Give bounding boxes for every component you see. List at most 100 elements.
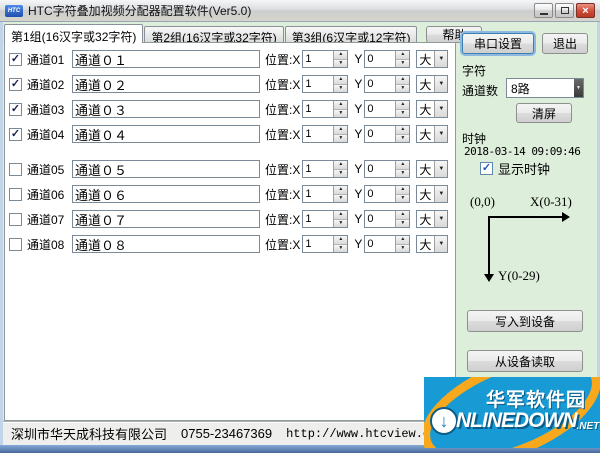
spinner-up-icon[interactable]: ▲ <box>334 186 347 195</box>
spinner-buttons: ▲ ▼ <box>395 236 409 252</box>
font-size-dropdown[interactable]: 大 ▼ <box>416 100 448 118</box>
tab-group1[interactable]: 第1组(16汉字或32字符) <box>4 24 143 43</box>
font-size-dropdown[interactable]: 大 ▼ <box>416 235 448 253</box>
y-position-spinner: ▲ ▼ <box>364 100 410 118</box>
channel-text-input[interactable] <box>72 125 260 143</box>
font-size-value: 大 <box>417 161 434 178</box>
channel-text-input[interactable] <box>72 185 260 203</box>
spinner-up-icon[interactable]: ▲ <box>396 51 409 60</box>
check-icon: ✓ <box>11 129 20 140</box>
spinner-down-icon[interactable]: ▼ <box>334 170 347 178</box>
channel-enable-checkbox[interactable]: ✓ <box>9 163 22 176</box>
font-size-dropdown[interactable]: 大 ▼ <box>416 210 448 228</box>
x-position-input[interactable] <box>303 51 333 67</box>
right-panel: 串口设置 退出 字符 通道数 8路 ▼ 清屏 时钟 2018-03-14 09:… <box>458 24 595 421</box>
spinner-down-icon[interactable]: ▼ <box>334 245 347 253</box>
font-size-value: 大 <box>417 126 434 143</box>
channel-text-input[interactable] <box>72 75 260 93</box>
channel-text-input[interactable] <box>72 210 260 228</box>
spinner-up-icon[interactable]: ▲ <box>396 101 409 110</box>
x-position-input[interactable] <box>303 186 333 202</box>
spinner-down-icon[interactable]: ▼ <box>334 60 347 68</box>
channel-text-input[interactable] <box>72 160 260 178</box>
spinner-down-icon[interactable]: ▼ <box>334 195 347 203</box>
spinner-down-icon[interactable]: ▼ <box>396 135 409 143</box>
spinner-up-icon[interactable]: ▲ <box>396 161 409 170</box>
spinner-down-icon[interactable]: ▼ <box>396 110 409 118</box>
spinner-up-icon[interactable]: ▲ <box>396 236 409 245</box>
spinner-up-icon[interactable]: ▲ <box>396 211 409 220</box>
spinner-buttons: ▲ ▼ <box>395 101 409 117</box>
x-position-input[interactable] <box>303 236 333 252</box>
channel-enable-checkbox[interactable]: ✓ <box>9 103 22 116</box>
spinner-up-icon[interactable]: ▲ <box>396 76 409 85</box>
spinner-up-icon[interactable]: ▲ <box>334 161 347 170</box>
spinner-down-icon[interactable]: ▼ <box>396 170 409 178</box>
coord-origin-label: (0,0) <box>470 194 495 210</box>
channel-label: 通道03 <box>27 101 71 118</box>
spinner-down-icon[interactable]: ▼ <box>334 110 347 118</box>
spinner-up-icon[interactable]: ▲ <box>334 101 347 110</box>
chevron-down-icon: ▼ <box>434 236 447 252</box>
spinner-up-icon[interactable]: ▲ <box>334 51 347 60</box>
x-position-input[interactable] <box>303 126 333 142</box>
watermark-arrow-icon: ↓ <box>430 407 458 435</box>
font-size-dropdown[interactable]: 大 ▼ <box>416 185 448 203</box>
spinner-down-icon[interactable]: ▼ <box>396 85 409 93</box>
y-position-input[interactable] <box>365 101 395 117</box>
spinner-buttons: ▲ ▼ <box>395 126 409 142</box>
spinner-up-icon[interactable]: ▲ <box>334 236 347 245</box>
channel-enable-checkbox[interactable]: ✓ <box>9 78 22 91</box>
y-position-input[interactable] <box>365 51 395 67</box>
font-size-value: 大 <box>417 236 434 253</box>
spinner-down-icon[interactable]: ▼ <box>334 220 347 228</box>
channel-enable-checkbox[interactable]: ✓ <box>9 213 22 226</box>
channel-label: 通道05 <box>27 161 71 178</box>
minimize-button[interactable] <box>534 3 553 18</box>
spinner-up-icon[interactable]: ▲ <box>334 211 347 220</box>
position-y-label: Y <box>354 77 362 91</box>
x-position-spinner: ▲ ▼ <box>302 160 348 178</box>
maximize-button[interactable] <box>555 3 574 18</box>
y-position-input[interactable] <box>365 161 395 177</box>
spinner-down-icon[interactable]: ▼ <box>334 135 347 143</box>
y-position-input[interactable] <box>365 236 395 252</box>
y-position-input[interactable] <box>365 186 395 202</box>
spinner-down-icon[interactable]: ▼ <box>396 60 409 68</box>
font-size-dropdown[interactable]: 大 ▼ <box>416 75 448 93</box>
tab-group3[interactable]: 第3组(6汉字或12字符) <box>285 26 418 43</box>
close-button[interactable]: × <box>576 3 595 18</box>
spinner-up-icon[interactable]: ▲ <box>396 126 409 135</box>
x-position-input[interactable] <box>303 101 333 117</box>
channel-enable-checkbox[interactable]: ✓ <box>9 188 22 201</box>
font-size-dropdown[interactable]: 大 ▼ <box>416 160 448 178</box>
font-size-dropdown[interactable]: 大 ▼ <box>416 50 448 68</box>
channel-enable-checkbox[interactable]: ✓ <box>9 238 22 251</box>
font-size-dropdown[interactable]: 大 ▼ <box>416 125 448 143</box>
spinner-down-icon[interactable]: ▼ <box>396 195 409 203</box>
spinner-down-icon[interactable]: ▼ <box>396 220 409 228</box>
y-position-input[interactable] <box>365 211 395 227</box>
channel-text-input[interactable] <box>72 50 260 68</box>
app-icon: HTC <box>5 5 23 17</box>
spinner-up-icon[interactable]: ▲ <box>396 186 409 195</box>
channel-text-input[interactable] <box>72 235 260 253</box>
write-to-device-button[interactable]: 写入到设备 <box>467 310 583 332</box>
channel-enable-checkbox[interactable]: ✓ <box>9 53 22 66</box>
spinner-down-icon[interactable]: ▼ <box>334 85 347 93</box>
channel-enable-checkbox[interactable]: ✓ <box>9 128 22 141</box>
y-position-input[interactable] <box>365 76 395 92</box>
spinner-down-icon[interactable]: ▼ <box>396 245 409 253</box>
spinner-up-icon[interactable]: ▲ <box>334 126 347 135</box>
spinner-up-icon[interactable]: ▲ <box>334 76 347 85</box>
coord-x-axis-label: X(0-31) <box>530 194 572 210</box>
x-position-input[interactable] <box>303 161 333 177</box>
channel-row: ✓ 通道02 位置:X ▲ ▼ Y ▲ ▼ 大 ▼ <box>9 74 455 94</box>
y-position-input[interactable] <box>365 126 395 142</box>
x-position-input[interactable] <box>303 211 333 227</box>
x-position-input[interactable] <box>303 76 333 92</box>
channel-text-input[interactable] <box>72 100 260 118</box>
spinner-buttons: ▲ ▼ <box>333 161 347 177</box>
read-from-device-button[interactable]: 从设备读取 <box>467 350 583 372</box>
tab-group2[interactable]: 第2组(16汉字或32字符) <box>144 26 283 43</box>
